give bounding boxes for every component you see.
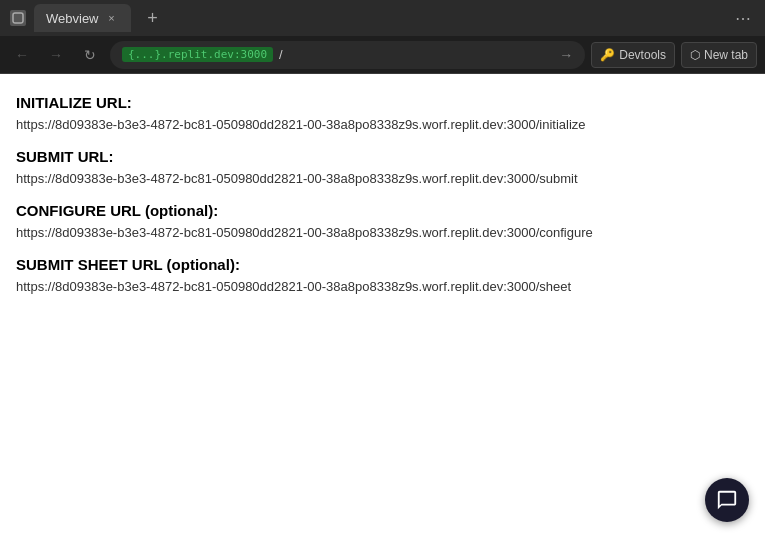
tab-label: Webview <box>46 11 99 26</box>
menu-button[interactable]: ⋯ <box>731 5 755 32</box>
section-label-submit: SUBMIT URL: <box>16 148 749 165</box>
reload-button[interactable]: ↻ <box>76 41 104 69</box>
section-url-submit: https://8d09383e-b3e3-4872-bc81-050980dd… <box>16 171 749 186</box>
back-button[interactable]: ← <box>8 41 36 69</box>
new-tab-link-button[interactable]: ⬡ New tab <box>681 42 757 68</box>
chat-icon <box>716 489 738 511</box>
tab-close-button[interactable]: × <box>105 11 119 25</box>
section-url-configure: https://8d09383e-b3e3-4872-bc81-050980dd… <box>16 225 749 240</box>
new-tab-button[interactable]: + <box>139 4 167 32</box>
section-label-sheet: SUBMIT SHEET URL (optional): <box>16 256 749 273</box>
section-label-configure: CONFIGURE URL (optional): <box>16 202 749 219</box>
webview-tab[interactable]: Webview × <box>34 4 131 32</box>
address-bar[interactable]: {...}.replit.dev:3000 / → <box>110 41 585 69</box>
chat-bubble-button[interactable] <box>705 478 749 522</box>
nav-bar: ← → ↻ {...}.replit.dev:3000 / → 🔑 Devtoo… <box>0 36 765 74</box>
address-go-button[interactable]: → <box>559 47 573 63</box>
forward-button[interactable]: → <box>42 41 70 69</box>
devtools-icon: 🔑 <box>600 48 615 62</box>
address-badge: {...}.replit.dev:3000 <box>122 47 273 62</box>
new-tab-link-label: New tab <box>704 48 748 62</box>
new-tab-link-icon: ⬡ <box>690 48 700 62</box>
section-url-initialize: https://8d09383e-b3e3-4872-bc81-050980dd… <box>16 117 749 132</box>
section-url-sheet: https://8d09383e-b3e3-4872-bc81-050980dd… <box>16 279 749 294</box>
content-area: INITIALIZE URL: https://8d09383e-b3e3-487… <box>0 74 765 538</box>
title-bar: Webview × + ⋯ <box>0 0 765 36</box>
devtools-button[interactable]: 🔑 Devtools <box>591 42 675 68</box>
address-path: / <box>279 47 283 62</box>
devtools-label: Devtools <box>619 48 666 62</box>
app-icon <box>10 10 26 26</box>
section-label-initialize: INITIALIZE URL: <box>16 94 749 111</box>
svg-rect-0 <box>13 13 23 23</box>
